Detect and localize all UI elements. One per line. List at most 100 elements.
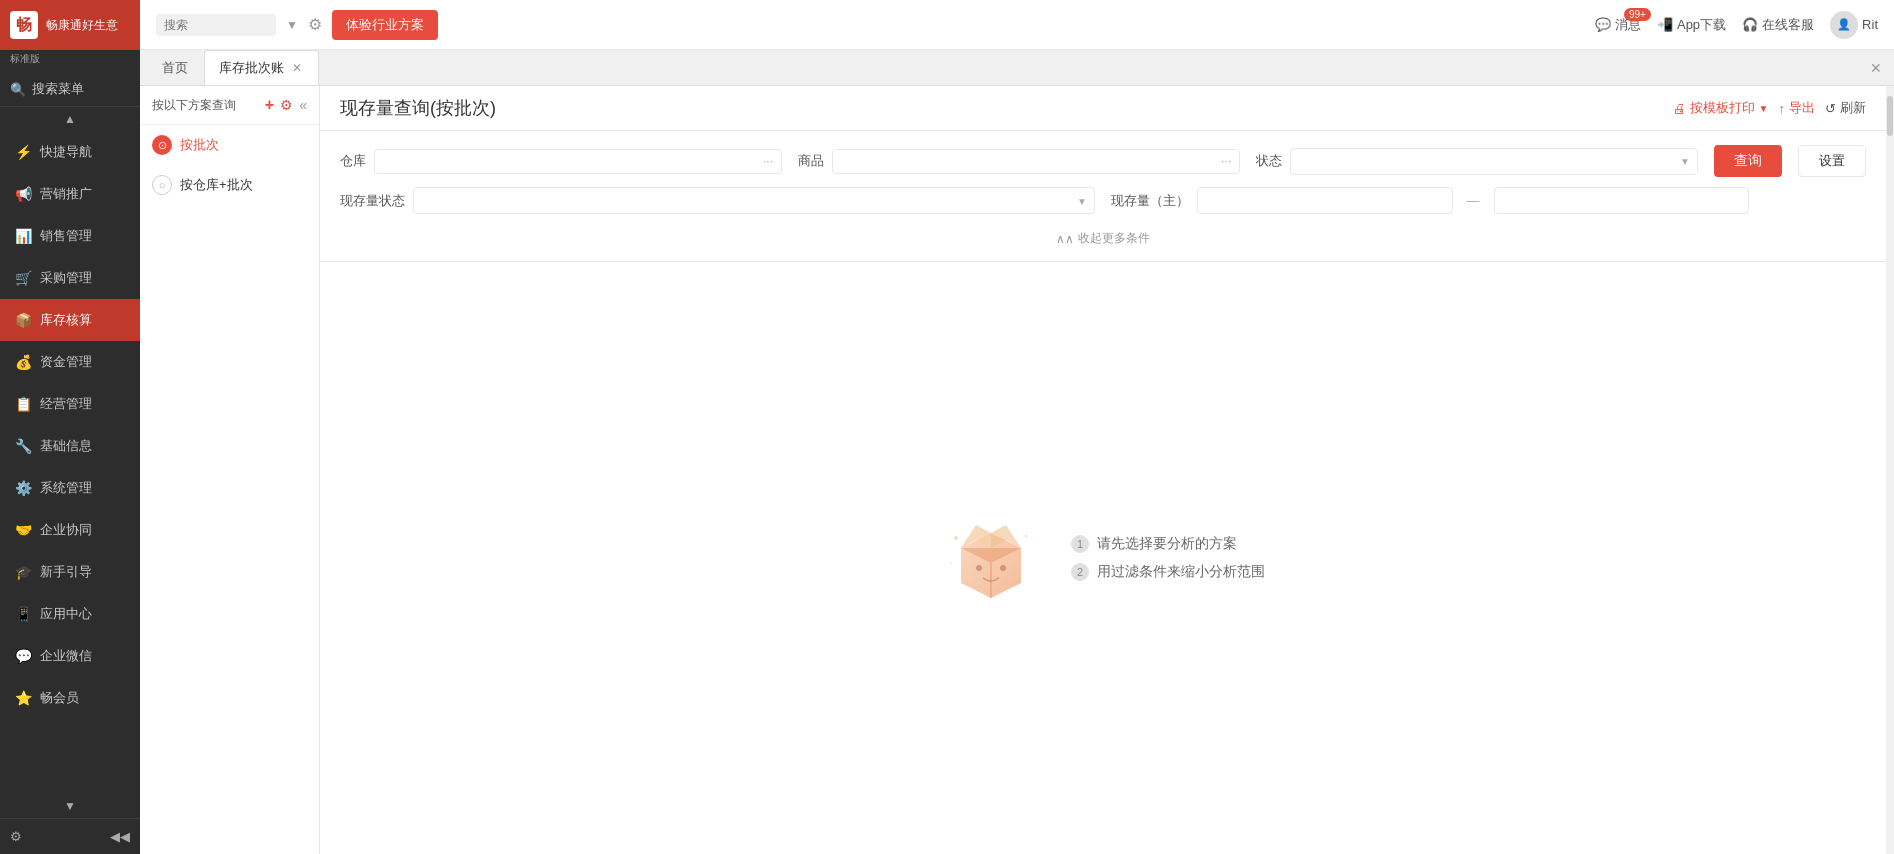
- sidebar-item-member[interactable]: ⭐ 畅会员: [0, 677, 140, 719]
- sidebar-item-inventory[interactable]: 📦 库存核算: [0, 299, 140, 341]
- basic-icon: 🔧: [14, 437, 32, 455]
- sidebar-item-newbie[interactable]: 🎓 新手引导: [0, 551, 140, 593]
- left-panel-header: 按以下方案查询 + ⚙ «: [140, 86, 319, 125]
- app-download-icon: 📲: [1657, 17, 1673, 32]
- tab-home-label: 首页: [162, 59, 188, 77]
- sidebar-item-finance[interactable]: 💰 资金管理: [0, 341, 140, 383]
- query-btn[interactable]: 查询: [1714, 145, 1782, 177]
- add-plan-icon[interactable]: +: [265, 96, 274, 114]
- filter-warehouse: 仓库 ···: [340, 149, 782, 174]
- filter-area: 仓库 ··· 商品 ··· 状态: [320, 131, 1886, 262]
- sidebar-item-label: 经营管理: [40, 395, 92, 413]
- user-name: Rit: [1862, 17, 1878, 32]
- sidebar-search[interactable]: 🔍 搜索菜单: [0, 72, 140, 107]
- tab-close-button[interactable]: ✕: [290, 61, 304, 75]
- refresh-btn[interactable]: ↺ 刷新: [1825, 99, 1866, 117]
- app-download-item[interactable]: 📲 App下载: [1657, 16, 1726, 34]
- sidebar-item-system[interactable]: ⚙️ 系统管理: [0, 467, 140, 509]
- stock-status-label: 现存量状态: [340, 192, 405, 210]
- stock-status-select[interactable]: 全部 有库存 无库存: [413, 187, 1095, 214]
- collapse-more-btn[interactable]: ∧∧ 收起更多条件: [340, 224, 1866, 247]
- page-header: 现存量查询(按批次) 🖨 按模板打印 ▼ ↑ 导出 ↺ 刷新: [320, 86, 1886, 131]
- settings-bottom-icon[interactable]: ⚙: [10, 829, 22, 844]
- settings-btn[interactable]: 设置: [1798, 145, 1866, 177]
- filter-row-2: 现存量状态 全部 有库存 无库存 ▼ 现存量（主）: [340, 187, 1866, 214]
- plan-settings-icon[interactable]: ⚙: [280, 97, 293, 113]
- sidebar-item-label: 快捷导航: [40, 143, 92, 161]
- sidebar-item-label: 企业微信: [40, 647, 92, 665]
- online-service-item[interactable]: 🎧 在线客服: [1742, 16, 1814, 34]
- collapse-sidebar-icon[interactable]: ◀◀: [110, 829, 130, 844]
- filter-stock-qty: 现存量（主） —: [1111, 187, 1866, 214]
- sidebar-scroll-up[interactable]: ▲: [0, 107, 140, 131]
- app-download-label: App下载: [1677, 16, 1726, 34]
- right-scrollbar[interactable]: [1886, 86, 1894, 854]
- sidebar-item-purchase[interactable]: 🛒 采购管理: [0, 257, 140, 299]
- status-select-wrapper: 全部 ▼: [1290, 148, 1698, 175]
- plan-by-warehouse-batch-label: 按仓库+批次: [180, 176, 253, 194]
- user-item[interactable]: 👤 Rit: [1830, 11, 1878, 39]
- tab-home[interactable]: 首页: [148, 50, 202, 85]
- collapse-arrow-icon: ∧∧: [1056, 232, 1074, 246]
- sidebar-item-label: 资金管理: [40, 353, 92, 371]
- sidebar-item-appstore[interactable]: 📱 应用中心: [0, 593, 140, 635]
- plan-item-by-batch[interactable]: ⊙ 按批次: [140, 125, 319, 165]
- export-btn[interactable]: ↑ 导出: [1779, 99, 1816, 117]
- wechat-icon: 💬: [14, 647, 32, 665]
- left-panel-icons: + ⚙ «: [265, 96, 307, 114]
- filter-product: 商品 ···: [798, 149, 1240, 174]
- topbar: ▼ ⚙ 体验行业方案 💬 消息 99+ 📲 App下载 🎧 在线客服 👤: [140, 0, 1894, 50]
- page-header-actions: 🖨 按模板打印 ▼ ↑ 导出 ↺ 刷新: [1673, 99, 1866, 117]
- sidebar-item-quick-nav[interactable]: ⚡ 快捷导航: [0, 131, 140, 173]
- warehouse-more-icon[interactable]: ···: [763, 154, 773, 168]
- app-logo: 畅: [10, 11, 38, 39]
- template-print-btn[interactable]: 🖨 按模板打印 ▼: [1673, 99, 1769, 117]
- marketing-icon: 📢: [14, 185, 32, 203]
- warehouse-input[interactable]: [383, 154, 763, 169]
- user-avatar: 👤: [1830, 11, 1858, 39]
- print-dropdown-icon[interactable]: ▼: [1759, 103, 1769, 114]
- svg-point-9: [950, 562, 952, 564]
- messages-icon: 💬: [1595, 17, 1611, 32]
- sidebar-scroll-down[interactable]: ▼: [0, 794, 140, 818]
- sidebar-item-label: 系统管理: [40, 479, 92, 497]
- sidebar-item-label: 库存核算: [40, 311, 92, 329]
- plan-item-by-warehouse-batch[interactable]: ○ 按仓库+批次: [140, 165, 319, 205]
- sidebar-item-basic[interactable]: 🔧 基础信息: [0, 425, 140, 467]
- sidebar-search-label: 搜索菜单: [32, 80, 84, 98]
- inventory-icon: 📦: [14, 311, 32, 329]
- sidebar-item-label: 企业协同: [40, 521, 92, 539]
- topbar-gear-icon[interactable]: ⚙: [308, 15, 322, 34]
- enterprise-icon: 🤝: [14, 521, 32, 539]
- tab-panel-close-btn[interactable]: ✕: [1866, 58, 1886, 78]
- tabs-bar: 首页 库存批次账 ✕ ✕: [140, 50, 1894, 86]
- topbar-search-input[interactable]: [156, 14, 276, 36]
- product-input[interactable]: [841, 154, 1221, 169]
- app-edition: 标准版: [0, 50, 140, 72]
- messages-item[interactable]: 💬 消息 99+: [1595, 16, 1641, 34]
- svg-point-3: [976, 565, 982, 571]
- topbar-left: ▼ ⚙ 体验行业方案: [156, 10, 438, 40]
- topbar-dropdown-icon[interactable]: ▼: [286, 18, 298, 32]
- warehouse-label: 仓库: [340, 152, 366, 170]
- experience-btn[interactable]: 体验行业方案: [332, 10, 438, 40]
- tab-inventory-batch[interactable]: 库存批次账 ✕: [204, 50, 319, 85]
- sidebar-item-wechat[interactable]: 💬 企业微信: [0, 635, 140, 677]
- collapse-left-panel-icon[interactable]: «: [299, 97, 307, 113]
- stock-qty-to-input[interactable]: [1494, 187, 1750, 214]
- svg-point-7: [954, 536, 958, 540]
- sidebar-item-sales[interactable]: 📊 销售管理: [0, 215, 140, 257]
- stock-qty-from-input[interactable]: [1197, 187, 1453, 214]
- newbie-icon: 🎓: [14, 563, 32, 581]
- tabs-right-actions: ✕: [1866, 58, 1886, 78]
- template-print-label: 按模板打印: [1690, 99, 1755, 117]
- sidebar-item-label: 采购管理: [40, 269, 92, 287]
- sidebar-item-label: 营销推广: [40, 185, 92, 203]
- sidebar-item-marketing[interactable]: 📢 营销推广: [0, 173, 140, 215]
- status-select[interactable]: 全部: [1290, 148, 1698, 175]
- sidebar-item-enterprise[interactable]: 🤝 企业协同: [0, 509, 140, 551]
- product-more-icon[interactable]: ···: [1221, 154, 1231, 168]
- empty-state: 1 请先选择要分析的方案 2 用过滤条件来缩小分析范围: [320, 262, 1886, 854]
- sidebar-item-operations[interactable]: 📋 经营管理: [0, 383, 140, 425]
- sidebar-item-label: 畅会员: [40, 689, 79, 707]
